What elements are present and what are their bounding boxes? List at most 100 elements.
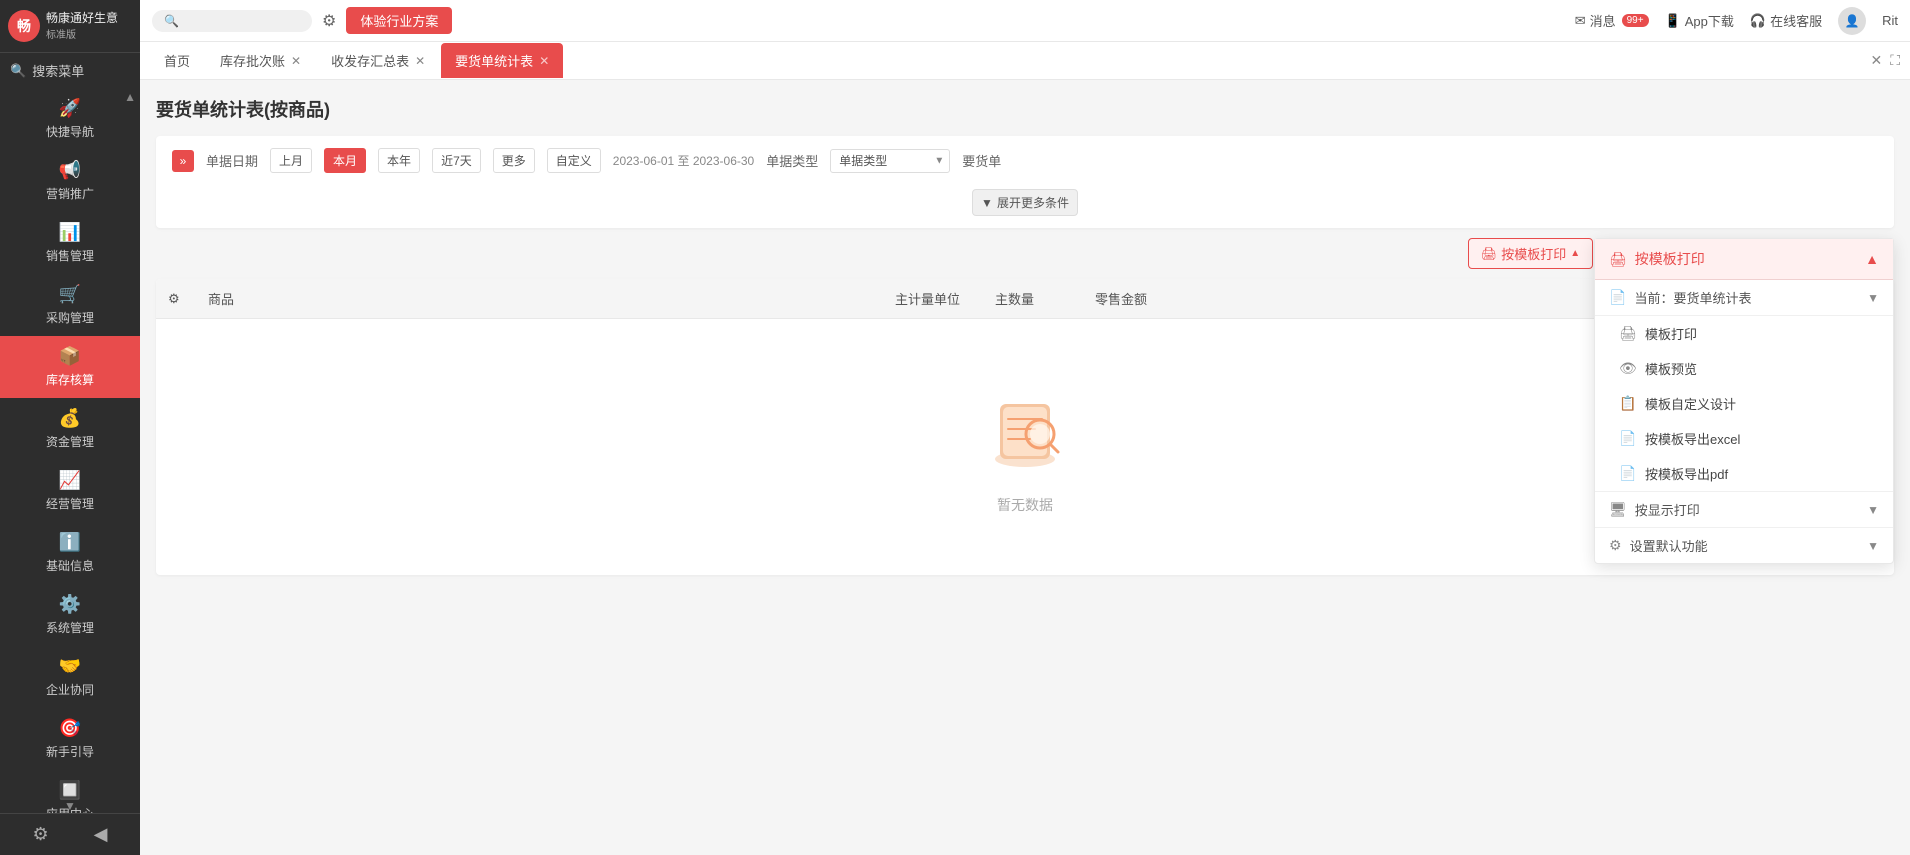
print-template-dropdown: 🖨 按模板打印 ▲ 📄 当前：要货单统计表 ▼ bbox=[1594, 238, 1894, 564]
sidebar-item-label: 基础信息 bbox=[46, 557, 94, 574]
sidebar-item-operations[interactable]: 📈 经营管理 bbox=[0, 460, 140, 522]
scroll-down-indicator[interactable]: ▼ bbox=[0, 799, 140, 813]
print-template-label: 按模板打印 bbox=[1501, 244, 1566, 263]
sidebar-item-quick-nav[interactable]: 🚀 快捷导航 bbox=[0, 88, 140, 150]
content-area: 要货单统计表(按商品) » 单据日期 上月 本月 本年 近7天 更多 自定义 2… bbox=[140, 80, 1910, 855]
date-btn-custom[interactable]: 自定义 bbox=[547, 148, 601, 173]
dropdown-display-print-header[interactable]: 🖥 按显示打印 ▼ bbox=[1595, 492, 1893, 527]
dropdown-item-template-preview[interactable]: 👁 模板预览 bbox=[1595, 351, 1893, 386]
date-btn-this-year[interactable]: 本年 bbox=[378, 148, 420, 173]
sidebar-item-finance[interactable]: 💰 资金管理 bbox=[0, 398, 140, 460]
tab-inventory-batch[interactable]: 库存批次账 ✕ bbox=[206, 43, 315, 78]
tabs-expand-icon[interactable]: ⛶ bbox=[1890, 52, 1900, 69]
dropdown-close-chevron[interactable]: ▲ bbox=[1865, 251, 1879, 267]
expand-more-label: 展开更多条件 bbox=[997, 194, 1069, 211]
dropdown-item-template-print[interactable]: 🖨 模板打印 bbox=[1595, 316, 1893, 351]
dropdown-current-header[interactable]: 📄 当前：要货单统计表 ▼ bbox=[1595, 280, 1893, 315]
dropdown-current-section: 📄 当前：要货单统计表 ▼ bbox=[1595, 280, 1893, 316]
sidebar-item-system[interactable]: ⚙️ 系统管理 bbox=[0, 584, 140, 646]
date-btn-7days[interactable]: 近7天 bbox=[432, 148, 481, 173]
template-preview-icon: 👁 bbox=[1619, 360, 1637, 377]
sidebar-item-inventory[interactable]: 📦 库存核算 bbox=[0, 336, 140, 398]
sidebar-item-guide[interactable]: 🎯 新手引导 bbox=[0, 708, 140, 770]
date-btn-more[interactable]: 更多 bbox=[493, 148, 535, 173]
logo-icon: 畅 bbox=[8, 10, 40, 42]
sidebar-item-label: 经营管理 bbox=[46, 495, 94, 512]
tab-receivable-summary[interactable]: 收发存汇总表 ✕ bbox=[317, 43, 439, 78]
display-print-chevron: ▼ bbox=[1867, 503, 1879, 517]
search-icon: 🔍 bbox=[10, 63, 26, 79]
dropdown-item-template-design[interactable]: 📋 模板自定义设计 bbox=[1595, 386, 1893, 421]
tab-order-stats[interactable]: 要货单统计表 ✕ bbox=[441, 43, 563, 78]
current-template-label: 当前：要货单统计表 bbox=[1634, 288, 1751, 307]
filter-row-1: » 单据日期 上月 本月 本年 近7天 更多 自定义 2023-06-01 至 … bbox=[172, 148, 1878, 173]
settings-icon[interactable]: ⚙ bbox=[33, 824, 49, 845]
sidebar-item-basic[interactable]: ℹ️ 基础信息 bbox=[0, 522, 140, 584]
online-service-action[interactable]: 🎧 在线客服 bbox=[1750, 11, 1822, 30]
app-download-label: App下载 bbox=[1685, 11, 1734, 30]
collapse-icon[interactable]: ◀ bbox=[94, 824, 108, 845]
export-pdf-label: 按模板导出pdf bbox=[1645, 464, 1728, 483]
sidebar-item-purchase[interactable]: 🛒 采购管理 bbox=[0, 274, 140, 336]
current-chevron-icon: ▼ bbox=[1867, 291, 1879, 305]
sidebar-item-marketing[interactable]: 📢 营销推广 bbox=[0, 150, 140, 212]
marketing-icon: 📢 bbox=[59, 160, 81, 181]
type-label: 单据类型 bbox=[766, 151, 818, 170]
display-print-label: 按显示打印 bbox=[1635, 500, 1700, 519]
expand-more-icon: ▼ bbox=[981, 196, 993, 210]
sales-icon: 📊 bbox=[59, 222, 81, 243]
dropdown-item-export-pdf[interactable]: 📄 按模板导出pdf bbox=[1595, 456, 1893, 491]
expand-more-conditions[interactable]: ▼ 展开更多条件 bbox=[972, 189, 1078, 216]
template-design-icon: 📋 bbox=[1619, 395, 1637, 412]
dropdown-display-print-section: 🖥 按显示打印 ▼ bbox=[1595, 492, 1893, 528]
tabs-close-all-icon[interactable]: ✕ bbox=[1870, 52, 1882, 69]
inventory-icon: 📦 bbox=[59, 346, 81, 367]
tab-home[interactable]: 首页 bbox=[150, 43, 204, 78]
user-avatar[interactable]: 👤 bbox=[1838, 7, 1866, 35]
sidebar-item-label: 资金管理 bbox=[46, 433, 94, 450]
print-chevron-icon: ▲ bbox=[1570, 248, 1580, 259]
toolbar: 🖨 按模板打印 ▲ ⬆ 导出 ↻ 刷新 ⋯ 查询 设置 🖨 按模板打印 bbox=[156, 238, 1894, 269]
tab-receivable-summary-close[interactable]: ✕ bbox=[415, 54, 425, 68]
tab-order-stats-close[interactable]: ✕ bbox=[539, 54, 549, 68]
dropdown-item-export-excel[interactable]: 📄 按模板导出excel bbox=[1595, 421, 1893, 456]
online-service-label: 在线客服 bbox=[1770, 11, 1822, 30]
template-preview-label: 模板预览 bbox=[1645, 359, 1697, 378]
print-template-button[interactable]: 🖨 按模板打印 ▲ bbox=[1468, 238, 1593, 269]
tab-inventory-batch-close[interactable]: ✕ bbox=[291, 54, 301, 68]
username-label: Rit bbox=[1882, 13, 1898, 28]
template-design-label: 模板自定义设计 bbox=[1645, 394, 1736, 413]
dropdown-default-header[interactable]: ⚙ 设置默认功能 ▼ bbox=[1595, 528, 1893, 563]
date-btn-prev-month[interactable]: 上月 bbox=[270, 148, 312, 173]
sidebar-item-label: 营销推广 bbox=[46, 185, 94, 202]
main-area: 🔍 ⚙ 体验行业方案 ✉ 消息 99+ 📱 App下载 🎧 在线客服 👤 Rit bbox=[140, 0, 1910, 855]
messages-label: 消息 bbox=[1590, 11, 1616, 30]
printer-icon: 🖨 bbox=[1481, 246, 1498, 262]
apps-icon: 🔲 bbox=[59, 780, 81, 801]
dropdown-title: 按模板打印 bbox=[1635, 249, 1705, 269]
app-download-action[interactable]: 📱 App下载 bbox=[1665, 11, 1734, 30]
display-print-icon: 🖥 bbox=[1609, 501, 1627, 518]
sidebar-item-collab[interactable]: 🤝 企业协同 bbox=[0, 646, 140, 708]
sidebar-item-label: 销售管理 bbox=[46, 247, 94, 264]
tab-receivable-summary-label: 收发存汇总表 bbox=[331, 51, 409, 70]
sidebar-item-label: 系统管理 bbox=[46, 619, 94, 636]
filter-expand-toggle[interactable]: » bbox=[172, 150, 194, 172]
dropdown-default-section: ⚙ 设置默认功能 ▼ bbox=[1595, 528, 1893, 563]
date-range: 2023-06-01 至 2023-06-30 bbox=[613, 152, 754, 169]
sidebar-item-sales[interactable]: 📊 销售管理 bbox=[0, 212, 140, 274]
date-btn-this-month[interactable]: 本月 bbox=[324, 148, 366, 173]
search-menu[interactable]: 🔍 搜索菜单 bbox=[0, 53, 140, 88]
sidebar-item-label: 企业协同 bbox=[46, 681, 94, 698]
table-col-settings[interactable]: ⚙ bbox=[168, 289, 208, 308]
messages-action[interactable]: ✉ 消息 99+ bbox=[1575, 11, 1649, 30]
topbar: 🔍 ⚙ 体验行业方案 ✉ 消息 99+ 📱 App下载 🎧 在线客服 👤 Rit bbox=[140, 0, 1910, 42]
topbar-gear-icon[interactable]: ⚙ bbox=[322, 11, 336, 31]
printer-dropdown-icon: 🖨 bbox=[1609, 251, 1627, 268]
topbar-search[interactable]: 🔍 bbox=[152, 10, 312, 32]
trial-industry-button[interactable]: 体验行业方案 bbox=[346, 7, 452, 34]
current-template-icon: 📄 bbox=[1609, 289, 1626, 306]
type-select[interactable]: 单据类型 bbox=[830, 149, 950, 173]
headset-icon: 🎧 bbox=[1750, 13, 1766, 29]
template-print-label: 模板打印 bbox=[1645, 324, 1697, 343]
